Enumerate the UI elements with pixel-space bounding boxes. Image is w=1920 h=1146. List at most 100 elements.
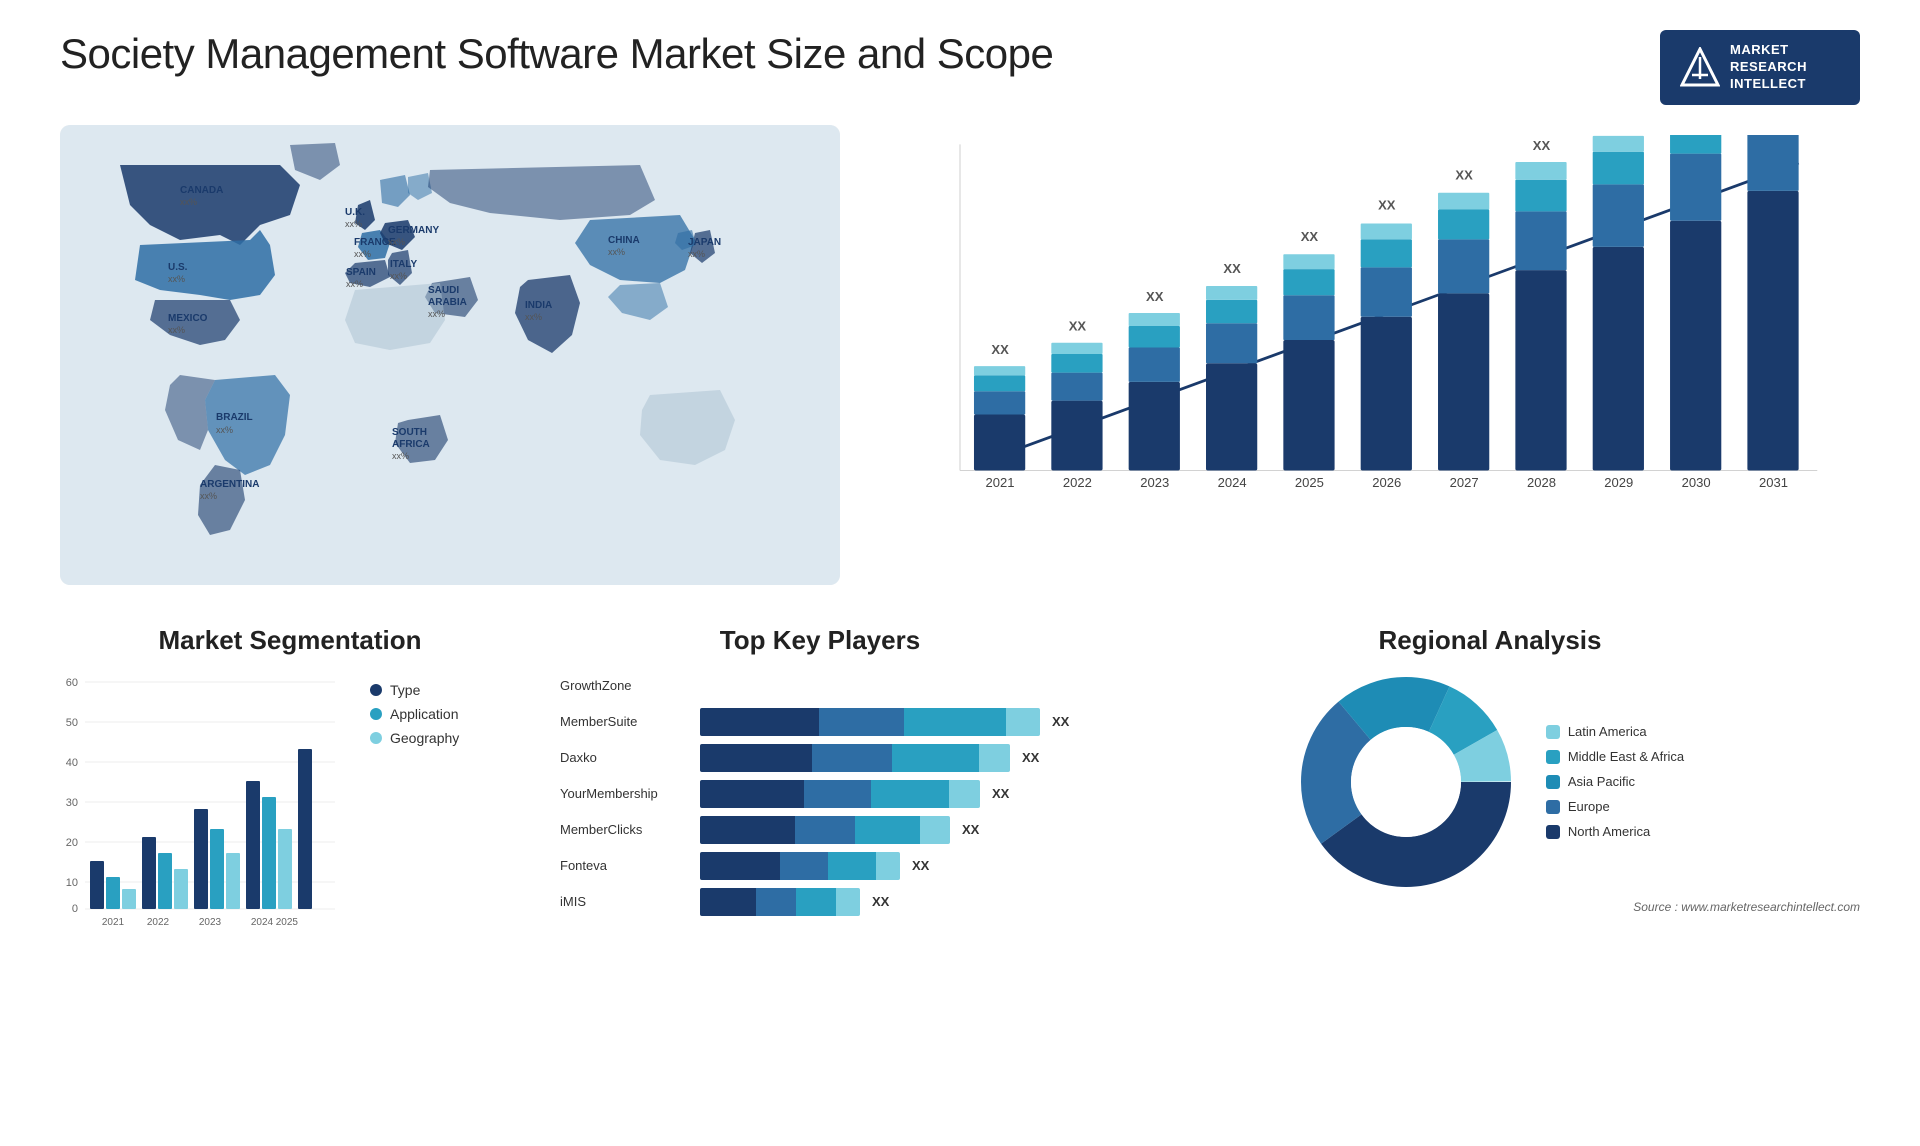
player-bar-imis: XX <box>700 888 1080 916</box>
player-row-memberclicks: MemberClicks XX <box>560 816 1080 844</box>
world-map-container: CANADA xx% U.S. xx% MEXICO xx% U.K. xx% … <box>60 125 840 585</box>
svg-text:XX: XX <box>1146 289 1164 304</box>
svg-text:xx%: xx% <box>390 271 407 281</box>
page-container: Society Management Software Market Size … <box>0 0 1920 1146</box>
svg-text:XX: XX <box>1301 229 1319 244</box>
segmentation-title: Market Segmentation <box>60 625 520 656</box>
svg-text:XX: XX <box>1455 167 1473 182</box>
player-row-imis: iMIS XX <box>560 888 1080 916</box>
logo-icon <box>1680 47 1720 87</box>
svg-text:2028: 2028 <box>1527 475 1556 490</box>
svg-text:xx%: xx% <box>200 491 217 501</box>
legend-middle-east-africa: Middle East & Africa <box>1546 749 1684 764</box>
svg-text:2024: 2024 <box>251 917 274 928</box>
svg-text:xx%: xx% <box>354 249 371 259</box>
svg-text:xx%: xx% <box>428 309 445 319</box>
svg-text:xx%: xx% <box>392 451 409 461</box>
segmentation-panel: Market Segmentation 60 50 40 30 20 10 0 <box>60 625 520 1005</box>
player-row-yourmembership: YourMembership XX <box>560 780 1080 808</box>
svg-text:2021: 2021 <box>102 917 125 928</box>
player-row-daxko: Daxko XX <box>560 744 1080 772</box>
svg-text:40: 40 <box>66 757 78 769</box>
svg-text:2024: 2024 <box>1218 475 1247 490</box>
svg-text:2025: 2025 <box>1295 475 1324 490</box>
svg-text:xx%: xx% <box>525 312 542 322</box>
dot-middle-east-africa <box>1546 750 1560 764</box>
legend-latin-america: Latin America <box>1546 724 1684 739</box>
dot-asia-pacific <box>1546 775 1560 789</box>
svg-text:2021: 2021 <box>986 475 1015 490</box>
svg-text:60: 60 <box>66 677 78 689</box>
svg-text:30: 30 <box>66 797 78 809</box>
legend-geography: Geography <box>370 730 459 746</box>
svg-text:2026: 2026 <box>1372 475 1401 490</box>
players-title: Top Key Players <box>550 625 1090 656</box>
players-list: GrowthZone MemberSuite XX <box>550 672 1090 916</box>
legend-dot-type <box>370 684 382 696</box>
growth-chart-container: XX 2021 XX 2022 XX 2023 <box>880 125 1860 585</box>
svg-text:XX: XX <box>1223 261 1241 276</box>
svg-text:CANADA: CANADA <box>180 185 223 196</box>
svg-text:2022: 2022 <box>1063 475 1092 490</box>
world-map: CANADA xx% U.S. xx% MEXICO xx% U.K. xx% … <box>60 125 840 585</box>
player-name-growthzone: GrowthZone <box>560 678 690 693</box>
svg-text:SPAIN: SPAIN <box>346 267 376 278</box>
svg-text:2030: 2030 <box>1682 475 1711 490</box>
regional-title: Regional Analysis <box>1120 625 1860 656</box>
player-row-growthzone: GrowthZone <box>560 672 1080 700</box>
player-bar-membersuite: XX <box>700 708 1080 736</box>
svg-text:xx%: xx% <box>608 247 625 257</box>
svg-text:XX: XX <box>1069 318 1087 333</box>
svg-text:SAUDI: SAUDI <box>428 285 459 296</box>
svg-text:2029: 2029 <box>1604 475 1633 490</box>
svg-text:xx%: xx% <box>688 249 705 259</box>
segmentation-legend: Type Application Geography <box>360 682 459 746</box>
svg-text:0: 0 <box>72 903 78 915</box>
svg-text:CHINA: CHINA <box>608 235 640 246</box>
svg-text:2025: 2025 <box>276 917 299 928</box>
svg-text:U.K.: U.K. <box>345 207 365 218</box>
svg-text:10: 10 <box>66 877 78 889</box>
player-name-imis: iMIS <box>560 894 690 909</box>
svg-text:20: 20 <box>66 837 78 849</box>
dot-north-america <box>1546 825 1560 839</box>
svg-text:GERMANY: GERMANY <box>388 225 439 236</box>
svg-text:XX: XX <box>991 342 1009 357</box>
svg-text:AFRICA: AFRICA <box>392 439 430 450</box>
player-name-daxko: Daxko <box>560 750 690 765</box>
growth-bar-chart: XX 2021 XX 2022 XX 2023 <box>900 135 1840 545</box>
legend-dot-application <box>370 708 382 720</box>
legend-north-america: North America <box>1546 824 1684 839</box>
source-text: Source : www.marketresearchintellect.com <box>1120 900 1860 914</box>
svg-text:xx%: xx% <box>168 274 185 284</box>
svg-text:xx%: xx% <box>168 325 185 335</box>
svg-text:2022: 2022 <box>147 917 170 928</box>
logo: MARKET RESEARCH INTELLECT <box>1660 30 1860 105</box>
legend-dot-geography <box>370 732 382 744</box>
bottom-section: Market Segmentation 60 50 40 30 20 10 0 <box>60 625 1860 1005</box>
segmentation-chart: 60 50 40 30 20 10 0 <box>60 672 340 932</box>
svg-text:ARABIA: ARABIA <box>428 297 467 308</box>
logo-text: MARKET RESEARCH INTELLECT <box>1730 42 1807 93</box>
legend-type: Type <box>370 682 459 698</box>
svg-text:JAPAN: JAPAN <box>688 237 721 248</box>
player-row-fonteva: Fonteva XX <box>560 852 1080 880</box>
svg-text:2023: 2023 <box>1140 475 1169 490</box>
svg-text:ARGENTINA: ARGENTINA <box>200 479 259 490</box>
svg-text:xx%: xx% <box>346 279 363 289</box>
svg-text:xx%: xx% <box>216 425 233 435</box>
player-bar-fonteva: XX <box>700 852 1080 880</box>
donut-area: Latin America Middle East & Africa Asia … <box>1120 672 1860 892</box>
player-bar-daxko: XX <box>700 744 1080 772</box>
svg-text:2031: 2031 <box>1759 475 1788 490</box>
regional-legend: Latin America Middle East & Africa Asia … <box>1546 724 1684 839</box>
player-bar-growthzone <box>700 672 1080 700</box>
regional-panel: Regional Analysis <box>1120 625 1860 1005</box>
legend-europe: Europe <box>1546 799 1684 814</box>
svg-text:xx%: xx% <box>180 197 197 207</box>
svg-text:2027: 2027 <box>1450 475 1479 490</box>
svg-text:XX: XX <box>1378 197 1396 212</box>
svg-text:50: 50 <box>66 717 78 729</box>
player-bar-memberclicks: XX <box>700 816 1080 844</box>
legend-application: Application <box>370 706 459 722</box>
